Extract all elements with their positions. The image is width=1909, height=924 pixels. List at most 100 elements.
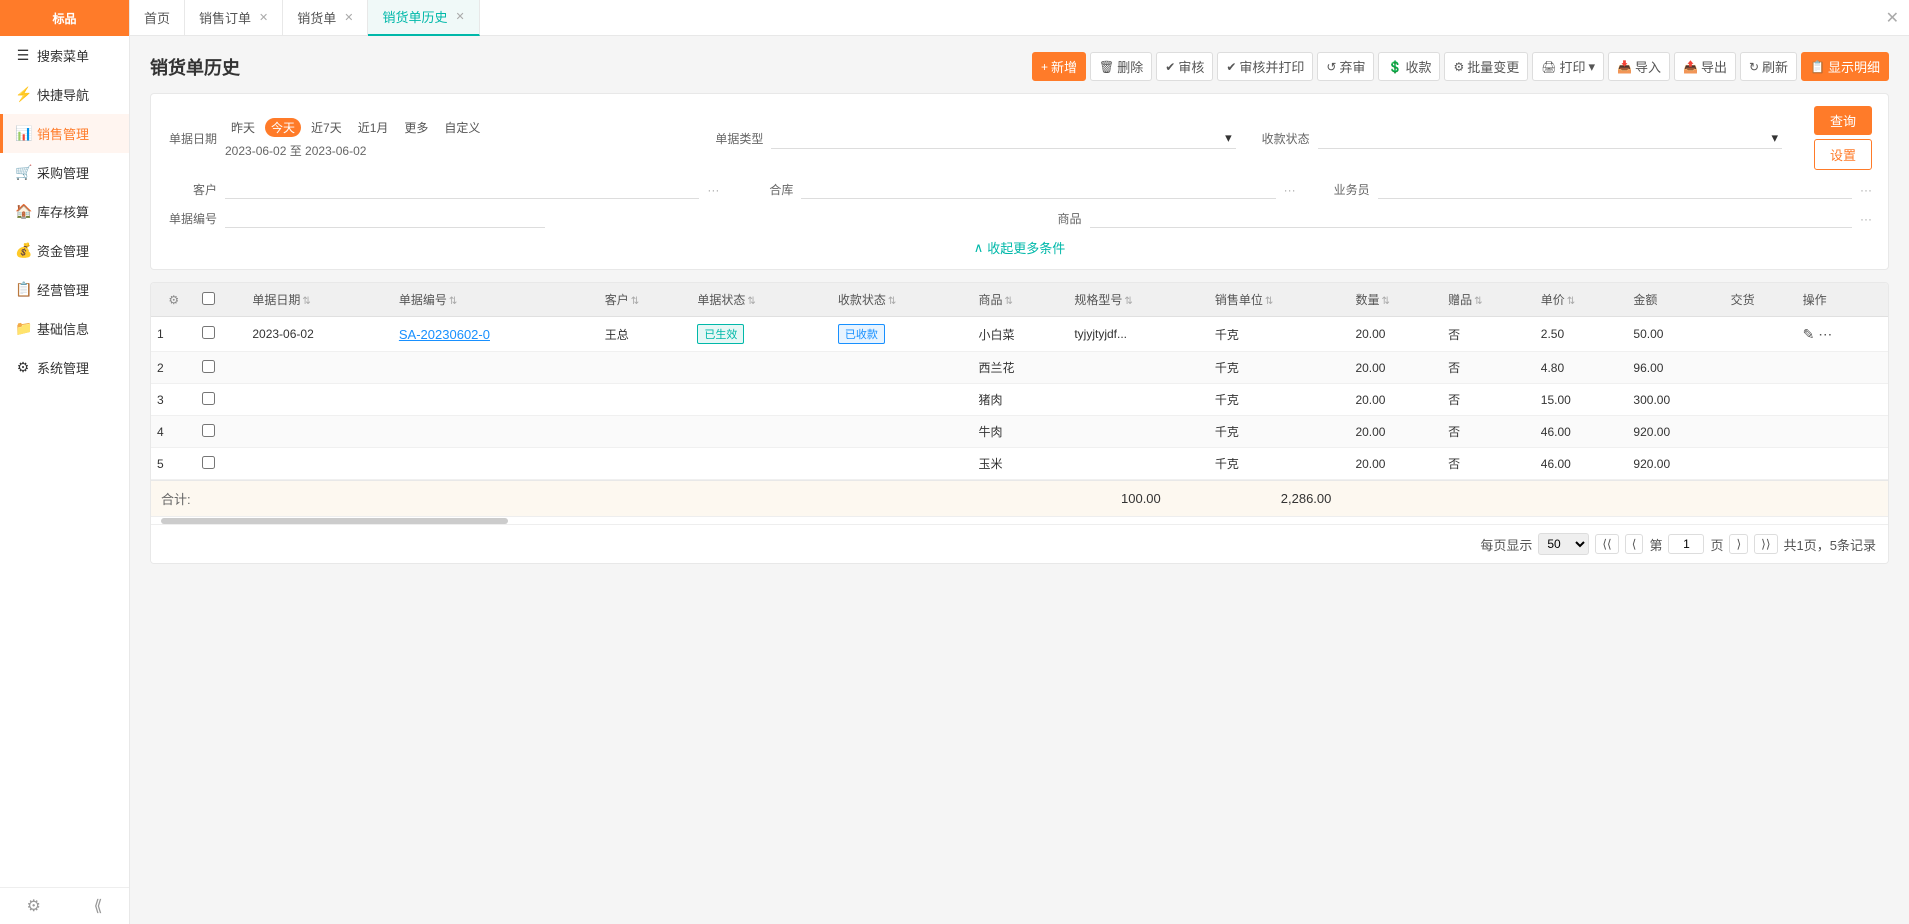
- scrollbar-thumb[interactable]: [161, 518, 508, 524]
- last-page-button[interactable]: ⟩⟩: [1754, 534, 1777, 554]
- tab-home[interactable]: 首页: [130, 0, 185, 36]
- cell-unit: 千克: [1209, 416, 1350, 448]
- cell-seq: 2: [151, 352, 196, 384]
- page-input[interactable]: [1668, 534, 1704, 554]
- filter-docno-input[interactable]: [225, 209, 545, 228]
- cell-delivery: [1725, 352, 1797, 384]
- cell-check: [196, 384, 246, 416]
- filter-customer-input[interactable]: [225, 180, 699, 199]
- new-button[interactable]: + 新增: [1032, 52, 1086, 81]
- col-delivery[interactable]: 交货: [1725, 283, 1797, 317]
- tab-sales-order[interactable]: 销售订单 ✕: [185, 0, 283, 36]
- col-amount[interactable]: 金额: [1627, 283, 1724, 317]
- sidebar-settings-icon[interactable]: ⚙: [26, 896, 40, 916]
- sidebar-item-inventory[interactable]: 🏠 库存核算: [0, 192, 129, 231]
- filter-doctype-select[interactable]: ▾: [771, 128, 1235, 149]
- abandon-button[interactable]: ↺ 弃审: [1317, 52, 1374, 81]
- col-gear[interactable]: ⚙: [151, 283, 196, 317]
- sidebar-logo: 标品: [0, 0, 129, 36]
- audit-button[interactable]: ✔ 审核: [1156, 52, 1213, 81]
- import-button[interactable]: 📥 导入: [1608, 52, 1670, 81]
- sidebar-item-quick-nav[interactable]: ⚡ 快捷导航: [0, 75, 129, 114]
- sidebar-item-operations-mgmt[interactable]: 📋 经营管理: [0, 270, 129, 309]
- filter-warehouse-label: 合库: [743, 181, 793, 198]
- tab-sales-order-close[interactable]: ✕: [259, 11, 268, 24]
- tab-sales-goods-close[interactable]: ✕: [344, 11, 353, 24]
- cell-check: [196, 448, 246, 480]
- filter-customer-dots[interactable]: ···: [707, 183, 719, 197]
- tab-sales-history-close[interactable]: ✕: [456, 10, 465, 23]
- sidebar-bottom: ⚙ ⟪: [0, 887, 129, 924]
- batch-change-button[interactable]: ⚙ 批量变更: [1444, 52, 1528, 81]
- filter-salesperson-input[interactable]: [1378, 180, 1852, 199]
- refresh-button[interactable]: ↻ 刷新: [1740, 52, 1797, 81]
- col-date[interactable]: 单据日期⇅: [246, 283, 393, 317]
- row-checkbox[interactable]: [202, 456, 215, 469]
- col-paystatus[interactable]: 收款状态⇅: [832, 283, 973, 317]
- date-pill-today[interactable]: 今天: [265, 118, 301, 137]
- more-action-btn[interactable]: ⋯: [1818, 326, 1832, 342]
- sidebar-item-basic-info[interactable]: 📁 基础信息: [0, 309, 129, 348]
- cell-goods: 猪肉: [972, 384, 1068, 416]
- filter-warehouse-input[interactable]: [801, 180, 1275, 199]
- query-button[interactable]: 查询: [1814, 106, 1872, 135]
- delete-button[interactable]: 🗑 删除: [1090, 52, 1152, 81]
- audit-print-icon: ✔: [1226, 60, 1236, 74]
- sidebar-item-system-mgmt[interactable]: ⚙ 系统管理: [0, 348, 129, 387]
- export-button[interactable]: 📤 导出: [1674, 52, 1736, 81]
- sidebar-item-sales-mgmt[interactable]: 📊 销售管理: [0, 114, 129, 153]
- date-pill-7days[interactable]: 近7天: [305, 118, 348, 137]
- filter-goods-dots[interactable]: ···: [1860, 212, 1872, 226]
- col-gift[interactable]: 赠品⇅: [1442, 283, 1535, 317]
- col-customer[interactable]: 客户⇅: [599, 283, 692, 317]
- filter-paystatus-select[interactable]: ▾: [1318, 128, 1782, 149]
- col-docstatus[interactable]: 单据状态⇅: [691, 283, 832, 317]
- collect-button[interactable]: 💲 收款: [1378, 52, 1440, 81]
- cell-action: [1797, 384, 1888, 416]
- row-checkbox[interactable]: [202, 326, 215, 339]
- col-goods[interactable]: 商品⇅: [972, 283, 1068, 317]
- collapse-filter-btn[interactable]: ∧ 收起更多条件: [167, 238, 1872, 257]
- col-unit[interactable]: 销售单位⇅: [1209, 283, 1350, 317]
- date-pill-custom[interactable]: 自定义: [438, 118, 486, 137]
- col-docno[interactable]: 单据编号⇅: [393, 283, 599, 317]
- row-checkbox[interactable]: [202, 424, 215, 437]
- date-pill-1month[interactable]: 近1月: [352, 118, 395, 137]
- sidebar-collapse-icon[interactable]: ⟪: [94, 896, 103, 916]
- col-qty[interactable]: 数量⇅: [1349, 283, 1442, 317]
- audit-print-button[interactable]: ✔ 审核并打印: [1217, 52, 1313, 81]
- tab-sales-goods[interactable]: 销货单 ✕: [283, 0, 368, 36]
- row-checkbox[interactable]: [202, 360, 215, 373]
- show-detail-button[interactable]: 📋 显示明细: [1801, 52, 1889, 81]
- sidebar: 标品 ☰ 搜索菜单 ⚡ 快捷导航 📊 销售管理 🛒 采购管理 🏠 库存核算 💰 …: [0, 0, 130, 924]
- prev-page-button[interactable]: ⟨: [1625, 534, 1644, 554]
- filter-salesperson-dots[interactable]: ···: [1860, 183, 1872, 197]
- date-pill-yesterday[interactable]: 昨天: [225, 118, 261, 137]
- horizontal-scrollbar[interactable]: [151, 516, 1888, 524]
- date-pill-more[interactable]: 更多: [398, 118, 434, 137]
- filter-goods-input[interactable]: [1090, 209, 1853, 228]
- tab-sales-history[interactable]: 销货单历史 ✕: [368, 0, 479, 36]
- delete-icon: 🗑: [1099, 60, 1114, 74]
- sales-mgmt-icon: 📊: [15, 125, 31, 142]
- sidebar-item-search-menu[interactable]: ☰ 搜索菜单: [0, 36, 129, 75]
- sidebar-item-finance-mgmt[interactable]: 💰 资金管理: [0, 231, 129, 270]
- sidebar-item-purchase-mgmt[interactable]: 🛒 采购管理: [0, 153, 129, 192]
- doc-no-link[interactable]: SA-20230602-0: [399, 327, 490, 342]
- edit-action-btn[interactable]: ✎: [1803, 326, 1815, 342]
- row-checkbox[interactable]: [202, 392, 215, 405]
- next-page-button[interactable]: ⟩: [1729, 534, 1748, 554]
- per-page-select[interactable]: 50 100 200: [1538, 533, 1589, 555]
- col-spec[interactable]: 规格型号⇅: [1068, 283, 1209, 317]
- filter-warehouse-dots[interactable]: ···: [1284, 183, 1296, 197]
- collect-label: 收款: [1405, 57, 1431, 76]
- close-all-tabs[interactable]: ✕: [1876, 8, 1909, 28]
- cell-docno: [393, 384, 599, 416]
- batch-change-label: 批量变更: [1467, 57, 1519, 76]
- settings-button[interactable]: 设置: [1814, 139, 1872, 170]
- first-page-button[interactable]: ⟨⟨: [1595, 534, 1618, 554]
- select-all-checkbox[interactable]: [202, 292, 215, 305]
- print-button[interactable]: 🖨 打印 ▾: [1532, 52, 1604, 81]
- cell-gift: 否: [1442, 352, 1535, 384]
- col-unitprice[interactable]: 单价⇅: [1535, 283, 1628, 317]
